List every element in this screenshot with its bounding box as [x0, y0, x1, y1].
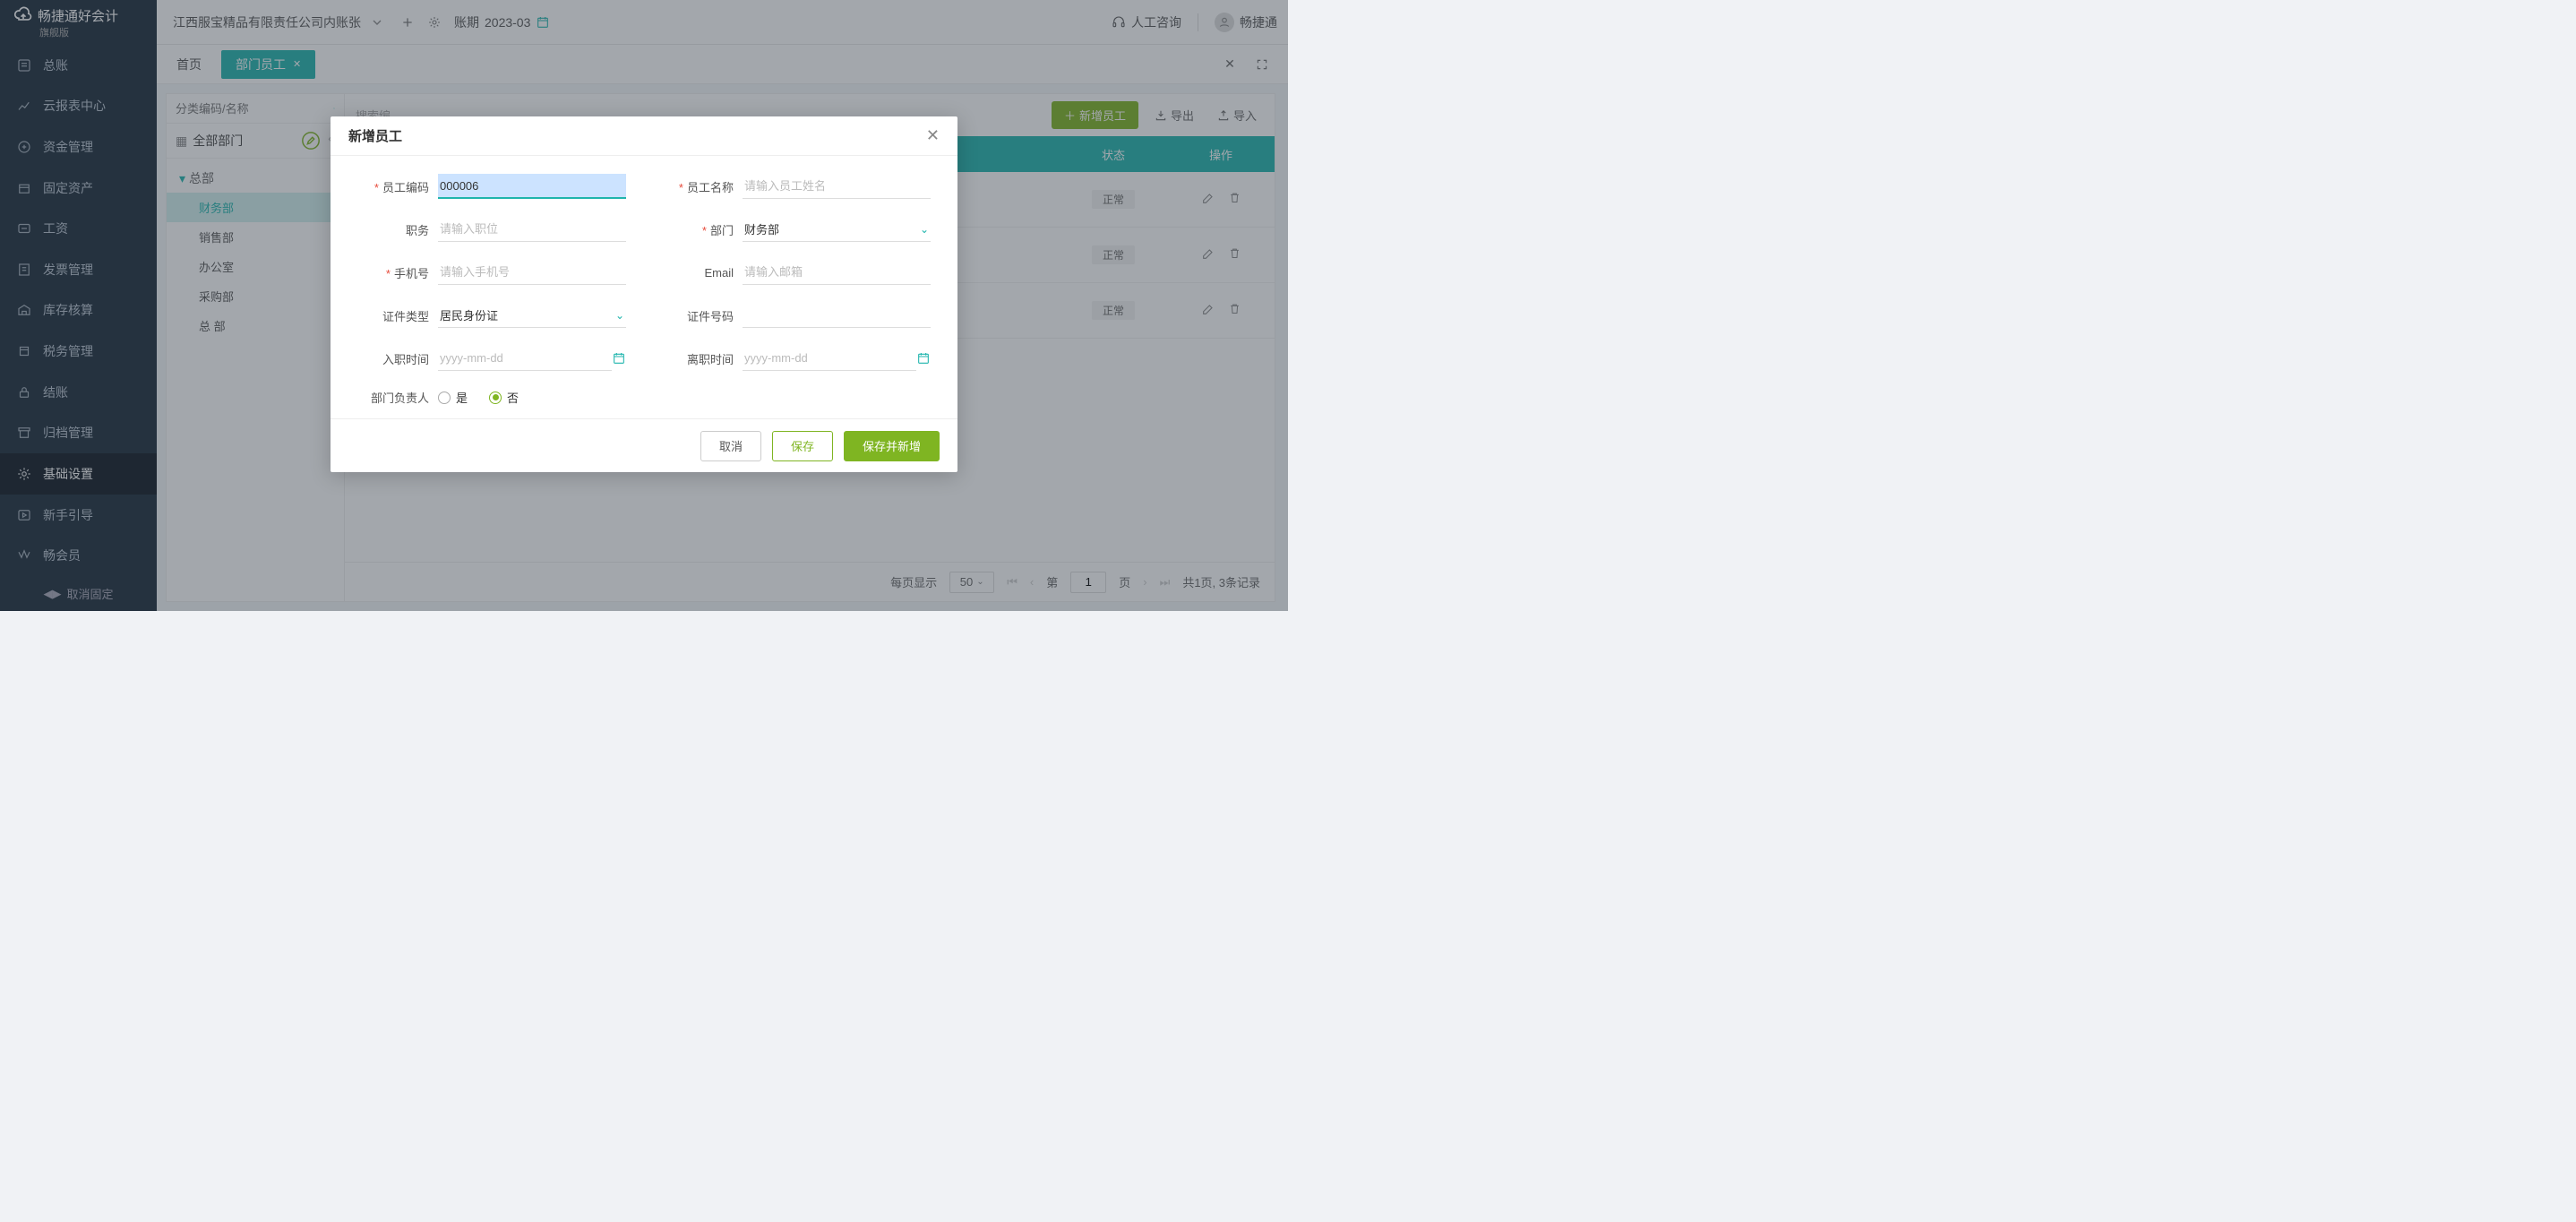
modal-overlay: 新增员工 ✕ *员工编码 *员工名称 职务 * — [0, 0, 1288, 611]
btn-label: 取消 — [719, 437, 743, 454]
title-label: 职务 — [406, 224, 429, 237]
employee-name-input[interactable] — [743, 174, 931, 199]
name-label: 员工名称 — [687, 181, 734, 194]
calendar-icon[interactable] — [916, 351, 931, 366]
idtype-value: 居民身份证 — [440, 306, 498, 323]
radio-label: 否 — [507, 389, 519, 406]
join-date-input[interactable] — [438, 346, 612, 371]
radio-label: 是 — [456, 389, 468, 406]
dept-select[interactable]: 财务部 ⌄ — [743, 217, 931, 242]
leave-date-input[interactable] — [743, 346, 916, 371]
phone-label: 手机号 — [394, 267, 429, 280]
idno-label: 证件号码 — [687, 310, 734, 323]
dept-select-value: 财务部 — [744, 220, 779, 237]
cancel-button[interactable]: 取消 — [700, 431, 761, 461]
modal-close-icon[interactable]: ✕ — [926, 126, 940, 145]
email-input[interactable] — [743, 260, 931, 285]
code-label: 员工编码 — [382, 181, 429, 194]
job-title-input[interactable] — [438, 217, 626, 242]
save-button[interactable]: 保存 — [772, 431, 833, 461]
email-label: Email — [704, 266, 734, 280]
dept-field-label: 部门 — [710, 224, 734, 237]
chevron-down-icon: ⌄ — [615, 309, 624, 322]
phone-input[interactable] — [438, 260, 626, 285]
btn-label: 保存并新增 — [863, 437, 921, 454]
leave-label: 离职时间 — [687, 353, 734, 366]
idtype-select[interactable]: 居民身份证 ⌄ — [438, 303, 626, 328]
idno-input[interactable] — [743, 303, 931, 328]
chevron-down-icon: ⌄ — [920, 223, 929, 236]
employee-code-input[interactable] — [438, 174, 626, 199]
calendar-icon[interactable] — [612, 351, 626, 366]
btn-label: 保存 — [791, 437, 814, 454]
join-label: 入职时间 — [382, 353, 429, 366]
save-and-new-button[interactable]: 保存并新增 — [844, 431, 940, 461]
idtype-label: 证件类型 — [382, 310, 429, 323]
leader-no-radio[interactable]: 否 — [489, 389, 519, 406]
modal-title: 新增员工 — [348, 126, 402, 145]
add-employee-modal: 新增员工 ✕ *员工编码 *员工名称 职务 * — [331, 116, 957, 472]
leader-label: 部门负责人 — [371, 392, 429, 405]
leader-yes-radio[interactable]: 是 — [438, 389, 468, 406]
